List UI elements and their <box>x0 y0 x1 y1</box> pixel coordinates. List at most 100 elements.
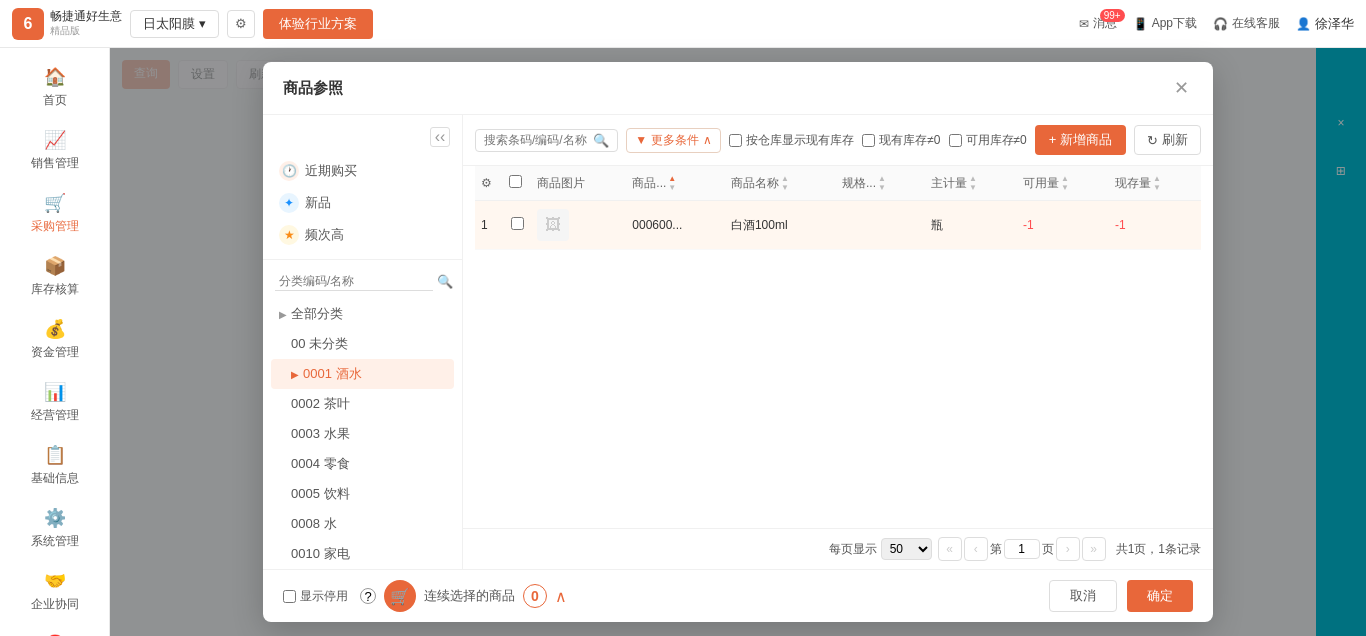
more-filters-btn[interactable]: ▼ 更多条件 ∧ <box>626 128 721 153</box>
inventory-icon: 📦 <box>44 255 66 277</box>
cat-label-snack: 0004 零食 <box>291 455 350 473</box>
row-checkbox-cell[interactable] <box>503 201 531 250</box>
headset-icon: 🎧 <box>1213 17 1228 31</box>
recent-purchase-filter[interactable]: 🕐 近期购买 <box>271 155 454 187</box>
settings-icon[interactable]: ⚙ <box>227 10 255 38</box>
cat-item-appliance[interactable]: 0010 家电 <box>271 539 454 561</box>
first-page-btn[interactable]: « <box>938 537 962 561</box>
online-service-btn[interactable]: 🎧 在线客服 <box>1213 15 1280 32</box>
select-all-checkbox[interactable] <box>509 175 522 188</box>
cat-label-appliance: 0010 家电 <box>291 545 350 561</box>
search-icon[interactable]: 🔍 <box>593 133 609 148</box>
th-settings[interactable]: ⚙ <box>475 166 503 201</box>
exp-btn[interactable]: 体验行业方案 <box>263 9 373 39</box>
collapse-panel-btn[interactable]: ‹‹ <box>430 127 450 147</box>
cart-btn[interactable]: 🛒 <box>384 580 416 612</box>
avail-ne0-check-label[interactable]: 可用库存≠0 <box>949 132 1027 149</box>
sidebar-item-inventory[interactable]: 📦 库存核算 <box>0 245 109 308</box>
modal-close-button[interactable]: ✕ <box>1169 76 1193 100</box>
filter-more-label: 更多条件 <box>651 132 699 149</box>
stock-ne0-checkbox[interactable] <box>862 134 875 147</box>
footer-collapse-icon[interactable]: ∧ <box>555 587 567 606</box>
category-search-icon[interactable]: 🔍 <box>437 274 453 289</box>
th-product-code[interactable]: 商品... ▲▼ <box>626 166 725 201</box>
branch-selector[interactable]: 日太阳膜 ▾ <box>130 10 219 38</box>
th-product-name[interactable]: 商品名称 ▲▼ <box>725 166 836 201</box>
search-wrap: 🔍 <box>475 129 618 152</box>
sidebar-item-basic-info[interactable]: 📋 基础信息 <box>0 434 109 497</box>
warehouse-check-text: 按仓库显示现有库存 <box>746 132 854 149</box>
page-number-input[interactable] <box>1004 539 1040 559</box>
cat-item-fruit[interactable]: 0003 水果 <box>271 419 454 449</box>
sidebar-item-operations[interactable]: 📊 经营管理 <box>0 371 109 434</box>
home-icon: 🏠 <box>44 66 66 88</box>
sidebar-item-purchase[interactable]: 🛒 采购管理 <box>0 182 109 245</box>
new-product-filter[interactable]: ✦ 新品 <box>271 187 454 219</box>
user-avatar[interactable]: 👤 徐泽华 <box>1296 15 1354 33</box>
show-disabled-label[interactable]: 显示停用 <box>283 588 348 605</box>
recent-label: 近期购买 <box>305 162 357 180</box>
page-size-selector: 每页显示 50 10 20 100 <box>829 538 932 560</box>
th-avail[interactable]: 可用量 ▲▼ <box>1017 166 1109 201</box>
table-row[interactable]: 1 🖼 000600... 白酒100ml 瓶 -1 <box>475 201 1201 250</box>
cart-count: 0 <box>523 584 547 608</box>
messages-btn[interactable]: ✉ 消息 99+ <box>1079 15 1117 32</box>
app-label: App下载 <box>1152 15 1197 32</box>
sidebar-item-finance[interactable]: 💰 资金管理 <box>0 308 109 371</box>
avatar: 👤 <box>1296 17 1311 31</box>
sidebar-item-guide[interactable]: 🎯 新手引导 <box>0 623 109 636</box>
th-unit-label: 主计量 <box>931 175 967 192</box>
th-spec[interactable]: 规格... ▲▼ <box>836 166 925 201</box>
row-checkbox[interactable] <box>511 217 524 230</box>
warehouse-checkbox[interactable] <box>729 134 742 147</box>
category-search-input[interactable] <box>275 272 433 291</box>
logo-icon: 6 <box>12 8 44 40</box>
add-product-btn[interactable]: + 新增商品 <box>1035 125 1126 155</box>
new-label: 新品 <box>305 194 331 212</box>
cat-label-fruit: 0003 水果 <box>291 425 350 443</box>
th-checkbox[interactable] <box>503 166 531 201</box>
avail-ne0-checkbox[interactable] <box>949 134 962 147</box>
stock-ne0-check-label[interactable]: 现有库存≠0 <box>862 132 940 149</box>
warehouse-check-label[interactable]: 按仓库显示现有库存 <box>729 132 854 149</box>
cat-item-water[interactable]: 0008 水 <box>271 509 454 539</box>
cat-label-drink: 0005 饮料 <box>291 485 350 503</box>
top-nav: 6 畅捷通好生意 精品版 日太阳膜 ▾ ⚙ 体验行业方案 ✉ 消息 99+ 📱 … <box>0 0 1366 48</box>
sidebar-label-home: 首页 <box>43 92 67 109</box>
finance-icon: 💰 <box>44 318 66 340</box>
sidebar-label-inventory: 库存核算 <box>31 281 79 298</box>
sidebar-item-collab[interactable]: 🤝 企业协同 <box>0 560 109 623</box>
th-unit[interactable]: 主计量 ▲▼ <box>925 166 1017 201</box>
product-search-input[interactable] <box>484 133 587 147</box>
next-page-btn[interactable]: › <box>1056 537 1080 561</box>
confirm-button[interactable]: 确定 <box>1127 580 1193 612</box>
cat-item-snack[interactable]: 0004 零食 <box>271 449 454 479</box>
show-disabled-checkbox[interactable] <box>283 590 296 603</box>
purchase-icon: 🛒 <box>44 192 66 214</box>
sidebar-item-home[interactable]: 🏠 首页 <box>0 56 109 119</box>
last-page-btn[interactable]: » <box>1082 537 1106 561</box>
th-stock[interactable]: 现存量 ▲▼ <box>1109 166 1201 201</box>
modal-header: 商品参照 ✕ <box>263 62 1213 115</box>
sidebar-item-sales[interactable]: 📈 销售管理 <box>0 119 109 182</box>
code-sort-icon: ▲▼ <box>668 174 676 192</box>
cat-item-tea[interactable]: 0002 茶叶 <box>271 389 454 419</box>
cat-item-uncategorized[interactable]: 00 未分类 <box>271 329 454 359</box>
prev-page-btn[interactable]: ‹ <box>964 537 988 561</box>
main-layout: 🏠 首页 📈 销售管理 🛒 采购管理 📦 库存核算 💰 资金管理 📊 经营管理 … <box>0 48 1366 636</box>
help-icon[interactable]: ? <box>360 588 376 604</box>
content-area: 查询 设置 刷新 × ⊞ 商品参照 ✕ <box>110 48 1366 636</box>
refresh-btn[interactable]: ↻ 刷新 <box>1134 125 1201 155</box>
sidebar-item-system[interactable]: ⚙️ 系统管理 <box>0 497 109 560</box>
cancel-button[interactable]: 取消 <box>1049 580 1117 612</box>
cat-item-liquor[interactable]: ▶ 0001 酒水 <box>271 359 454 389</box>
high-freq-filter[interactable]: ★ 频次高 <box>271 219 454 251</box>
app-download-btn[interactable]: 📱 App下载 <box>1133 15 1197 32</box>
per-page-select[interactable]: 50 10 20 100 <box>881 538 932 560</box>
cat-item-all[interactable]: ▶ 全部分类 <box>271 299 454 329</box>
cat-label-uncategorized: 00 未分类 <box>291 335 348 353</box>
message-badge: 99+ <box>1100 9 1125 22</box>
cat-item-drink[interactable]: 0005 饮料 <box>271 479 454 509</box>
left-divider <box>263 259 462 260</box>
row-name: 白酒100ml <box>725 201 836 250</box>
